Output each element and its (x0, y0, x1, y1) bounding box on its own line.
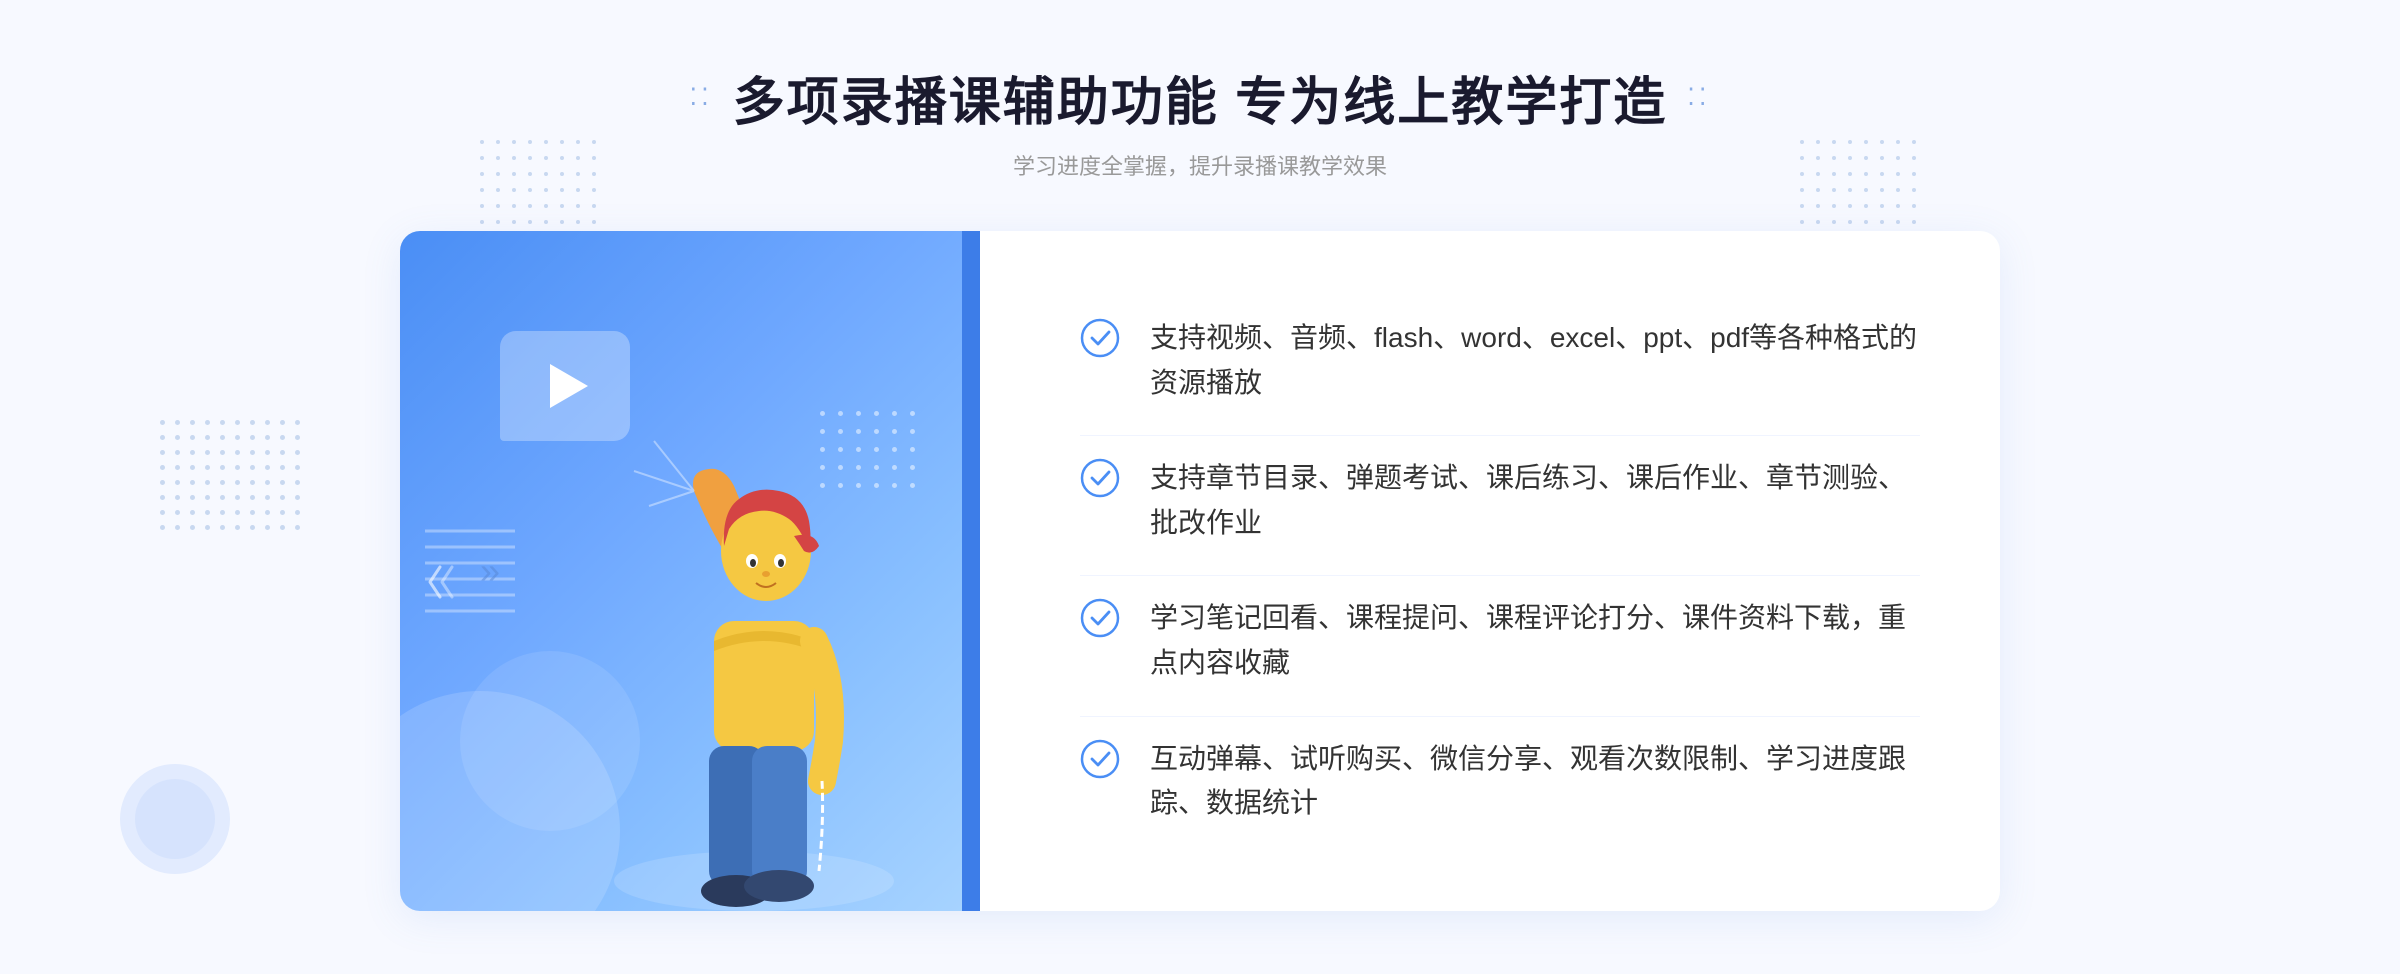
decorator-right: ⁚⁚ (1687, 83, 1710, 112)
play-icon (550, 364, 588, 408)
feature-item-4: 互动弹幕、试听购买、微信分享、观看次数限制、学习进度跟踪、数据统计 (1080, 716, 1920, 847)
content-area: » for(let i=0;i<30;i++) document.current… (400, 231, 2000, 911)
feature-item-3: 学习笔记回看、课程提问、课程评论打分、课件资料下载，重点内容收藏 (1080, 575, 1920, 706)
check-icon-3 (1080, 598, 1120, 638)
check-icon-4 (1080, 739, 1120, 779)
person-figure (594, 361, 914, 911)
feature-text-2: 支持章节目录、弹题考试、课后练习、课后作业、章节测验、批改作业 (1150, 456, 1920, 546)
page-container: for(let i=0;i<48;i++) document.currentSc… (0, 0, 2400, 974)
header-decorators: ⁚⁚ 多项录播课辅助功能 专为线上教学打造 ⁚⁚ (690, 60, 1711, 135)
dots-decoration-left-top: for(let i=0;i<48;i++) document.currentSc… (480, 140, 600, 228)
feature-item-2: 支持章节目录、弹题考试、课后练习、课后作业、章节测验、批改作业 (1080, 435, 1920, 566)
main-title: 多项录播课辅助功能 专为线上教学打造 (733, 60, 1667, 135)
features-panel: 支持视频、音频、flash、word、excel、ppt、pdf等各种格式的资源… (980, 231, 2000, 911)
check-icon-2 (1080, 458, 1120, 498)
subtitle: 学习进度全掌握，提升录播课教学效果 (690, 149, 1711, 181)
left-chevrons: » (480, 553, 500, 589)
dots-decoration-right-top: for(let i=0;i<48;i++) document.currentSc… (1800, 140, 1920, 228)
header-section: ⁚⁚ 多项录播课辅助功能 专为线上教学打造 ⁚⁚ 学习进度全掌握，提升录播课教学… (690, 60, 1711, 181)
decorator-left: ⁚⁚ (690, 83, 713, 112)
outside-circle-deco (120, 764, 230, 874)
feature-text-3: 学习笔记回看、课程提问、课程评论打分、课件资料下载，重点内容收藏 (1150, 596, 1920, 686)
accent-bar (962, 231, 980, 911)
dots-left-mid: for(let i=0;i<80;i++) document.currentSc… (160, 420, 302, 532)
feature-item-1: 支持视频、音频、flash、word、excel、ppt、pdf等各种格式的资源… (1080, 296, 1920, 426)
left-chevron-icon (420, 557, 470, 612)
feature-text-4: 互动弹幕、试听购买、微信分享、观看次数限制、学习进度跟踪、数据统计 (1150, 737, 1920, 827)
feature-text-1: 支持视频、音频、flash、word、excel、ppt、pdf等各种格式的资源… (1150, 316, 1920, 406)
check-icon-1 (1080, 318, 1120, 358)
